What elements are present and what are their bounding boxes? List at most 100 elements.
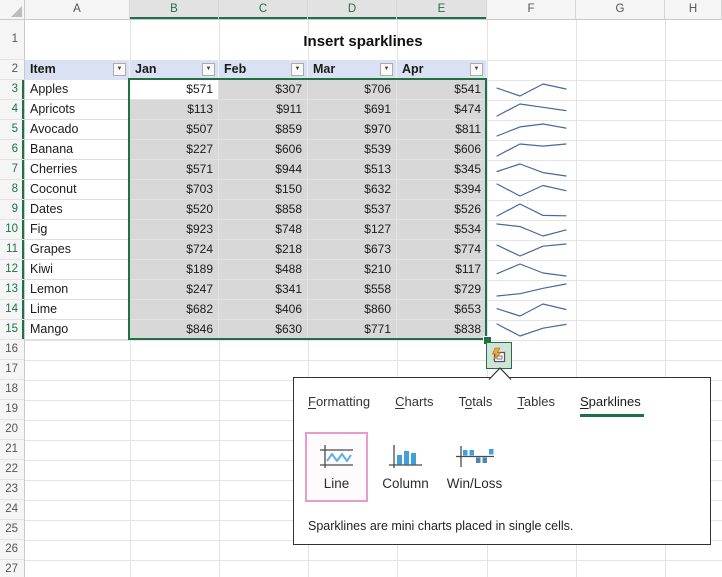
row-header-15[interactable]: 15	[0, 320, 25, 340]
cell-value[interactable]: $345	[397, 160, 487, 180]
row-header-20[interactable]: 20	[0, 420, 25, 440]
row-header-2[interactable]: 2	[0, 60, 25, 80]
cell-value[interactable]: $630	[219, 320, 308, 340]
cell-item[interactable]: Apricots	[25, 100, 130, 120]
cell-value[interactable]: $534	[397, 220, 487, 240]
cell-value[interactable]: $859	[219, 120, 308, 140]
table-header-feb[interactable]: Feb ▼	[219, 60, 308, 80]
tab-sparklines[interactable]: Sparklines	[580, 394, 644, 417]
row-header-1[interactable]: 1	[0, 20, 25, 60]
cell-value[interactable]: $218	[219, 240, 308, 260]
row-header-8[interactable]: 8	[0, 180, 25, 200]
filter-dropdown-button[interactable]: ▼	[202, 63, 215, 76]
sparkline-cell[interactable]	[487, 280, 576, 300]
column-header-h[interactable]: H	[665, 0, 722, 20]
cell-value[interactable]: $113	[130, 100, 219, 120]
row-header-24[interactable]: 24	[0, 500, 25, 520]
sparkline-cell[interactable]	[487, 160, 576, 180]
cell-value[interactable]: $838	[397, 320, 487, 340]
row-header-19[interactable]: 19	[0, 400, 25, 420]
quick-analysis-button[interactable]	[486, 342, 512, 369]
sparkline-cell[interactable]	[487, 260, 576, 280]
cell-value[interactable]: $488	[219, 260, 308, 280]
row-header-13[interactable]: 13	[0, 280, 25, 300]
row-header-26[interactable]: 26	[0, 540, 25, 560]
row-header-10[interactable]: 10	[0, 220, 25, 240]
table-header-item[interactable]: Item ▼	[25, 60, 130, 80]
cell-value[interactable]: $673	[308, 240, 397, 260]
sparkline-cell[interactable]	[487, 80, 576, 100]
sparkline-cell[interactable]	[487, 180, 576, 200]
filter-dropdown-button[interactable]: ▼	[470, 63, 483, 76]
cell-value[interactable]: $703	[130, 180, 219, 200]
row-header-23[interactable]: 23	[0, 480, 25, 500]
column-header-a[interactable]: A	[25, 0, 130, 20]
cell-value[interactable]: $537	[308, 200, 397, 220]
column-header-d[interactable]: D	[308, 0, 397, 20]
row-header-6[interactable]: 6	[0, 140, 25, 160]
cell-value[interactable]: $858	[219, 200, 308, 220]
row-header-9[interactable]: 9	[0, 200, 25, 220]
cell-value[interactable]: $606	[397, 140, 487, 160]
cell-value[interactable]: $341	[219, 280, 308, 300]
cell-item[interactable]: Cherries	[25, 160, 130, 180]
cell-item[interactable]: Lime	[25, 300, 130, 320]
sparkline-cell[interactable]	[487, 100, 576, 120]
sparkline-option-winloss[interactable]: Win/Loss	[443, 432, 506, 502]
cell-value[interactable]: $771	[308, 320, 397, 340]
cell-item[interactable]: Banana	[25, 140, 130, 160]
filter-dropdown-button[interactable]: ▼	[113, 63, 126, 76]
sparkline-cell[interactable]	[487, 120, 576, 140]
cell-value[interactable]: $571	[130, 80, 219, 100]
cell-value[interactable]: $394	[397, 180, 487, 200]
cell-value[interactable]: $632	[308, 180, 397, 200]
cell-value[interactable]: $682	[130, 300, 219, 320]
cell-value[interactable]: $526	[397, 200, 487, 220]
cell-value[interactable]: $571	[130, 160, 219, 180]
cell-value[interactable]: $406	[219, 300, 308, 320]
cell-value[interactable]: $691	[308, 100, 397, 120]
row-header-3[interactable]: 3	[0, 80, 25, 100]
cell-value[interactable]: $811	[397, 120, 487, 140]
cell-value[interactable]: $507	[130, 120, 219, 140]
cell-value[interactable]: $846	[130, 320, 219, 340]
cell-value[interactable]: $724	[130, 240, 219, 260]
sparkline-option-column[interactable]: Column	[374, 432, 437, 502]
cell-value[interactable]: $117	[397, 260, 487, 280]
filter-dropdown-button[interactable]: ▼	[380, 63, 393, 76]
cell-value[interactable]: $474	[397, 100, 487, 120]
sparkline-cell[interactable]	[487, 220, 576, 240]
table-header-mar[interactable]: Mar ▼	[308, 60, 397, 80]
row-header-17[interactable]: 17	[0, 360, 25, 380]
cell-value[interactable]: $127	[308, 220, 397, 240]
cell-value[interactable]: $970	[308, 120, 397, 140]
cell-value[interactable]: $541	[397, 80, 487, 100]
cell-item[interactable]: Mango	[25, 320, 130, 340]
cell-value[interactable]: $227	[130, 140, 219, 160]
row-header-25[interactable]: 25	[0, 520, 25, 540]
cell-value[interactable]: $860	[308, 300, 397, 320]
row-header-18[interactable]: 18	[0, 380, 25, 400]
column-header-g[interactable]: G	[576, 0, 665, 20]
row-header-16[interactable]: 16	[0, 340, 25, 360]
row-header-7[interactable]: 7	[0, 160, 25, 180]
row-header-4[interactable]: 4	[0, 100, 25, 120]
cell-value[interactable]: $706	[308, 80, 397, 100]
row-header-22[interactable]: 22	[0, 460, 25, 480]
cell-item[interactable]: Kiwi	[25, 260, 130, 280]
sparkline-cell[interactable]	[487, 300, 576, 320]
sparkline-cell[interactable]	[487, 200, 576, 220]
cell-value[interactable]: $923	[130, 220, 219, 240]
cell-item[interactable]: Coconut	[25, 180, 130, 200]
cell-value[interactable]: $911	[219, 100, 308, 120]
cell-item[interactable]: Lemon	[25, 280, 130, 300]
table-header-apr[interactable]: Apr ▼	[397, 60, 487, 80]
cell-item[interactable]: Dates	[25, 200, 130, 220]
cell-item[interactable]: Apples	[25, 80, 130, 100]
cell-value[interactable]: $210	[308, 260, 397, 280]
column-header-e[interactable]: E	[397, 0, 487, 20]
tab-charts[interactable]: Charts	[395, 394, 433, 409]
cell-value[interactable]: $558	[308, 280, 397, 300]
cell-value[interactable]: $653	[397, 300, 487, 320]
column-header-c[interactable]: C	[219, 0, 308, 20]
